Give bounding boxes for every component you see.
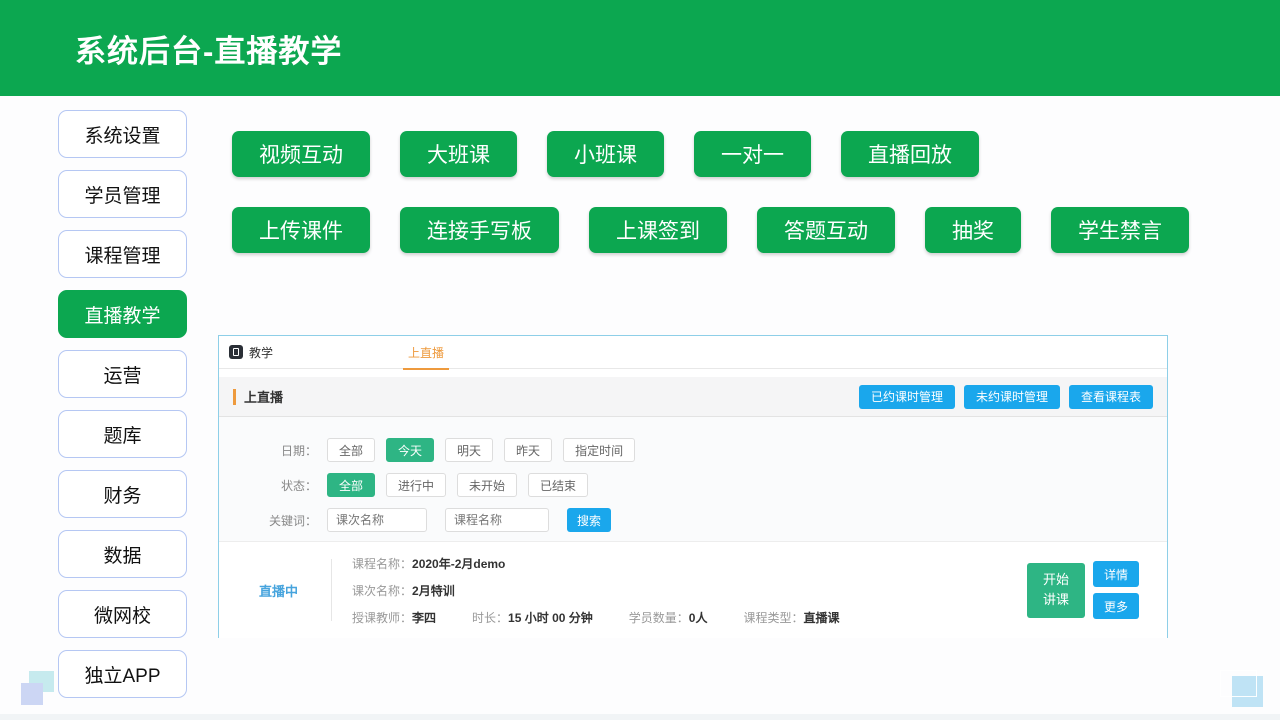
lesson-name-line: 课次名称： 2月特训 [352,582,839,599]
decoration-square-lavender [21,683,43,705]
sidebar-item-micro-school[interactable]: 微网校 [58,590,187,638]
app-logo-icon [229,345,243,359]
page-header: 系统后台-直播教学 [0,0,1280,96]
row-actions: 开始讲课 详情 更多 [1027,561,1139,619]
sidebar-item-student-management[interactable]: 学员管理 [58,170,187,218]
feature-mute-student-button[interactable]: 学生禁言 [1051,207,1189,253]
live-status-badge: 直播中 [259,581,321,600]
panel-spacer [219,369,1167,377]
sidebar: 系统设置 学员管理 课程管理 直播教学 运营 题库 财务 数据 微网校 独立AP… [58,110,187,710]
course-name-line: 课程名称： 2020年-2月demo [352,555,839,572]
view-schedule-button[interactable]: 查看课程表 [1069,385,1153,409]
course-details: 课程名称： 2020年-2月demo 课次名称： 2月特训 授课教师： 李四 时… [352,550,839,631]
course-name-input[interactable] [445,508,549,532]
feature-connect-tablet-button[interactable]: 连接手写板 [400,207,559,253]
status-chip-ongoing[interactable]: 进行中 [386,473,446,497]
search-button[interactable]: 搜索 [567,508,611,532]
unbooked-lessons-button[interactable]: 未约课时管理 [964,385,1060,409]
course-type-label: 课程类型： [743,609,803,626]
filter-area: 日期： 全部 今天 明天 昨天 指定时间 状态： 全部 进行中 未开始 已结束 … [219,417,1167,541]
section-accent-bar [233,389,236,405]
feature-row-1: 视频互动 大班课 小班课 一对一 直播回放 [232,131,1009,177]
booked-lessons-button[interactable]: 已约课时管理 [859,385,955,409]
sidebar-item-operations[interactable]: 运营 [58,350,187,398]
course-list: 直播中 课程名称： 2020年-2月demo 课次名称： 2月特训 授课教师： … [219,541,1167,638]
panel-brand-label: 教学 [249,344,273,361]
bottom-edge-strip [0,714,1280,720]
course-name-value: 2020年-2月demo [412,555,505,572]
filter-row-date: 日期： 全部 今天 明天 昨天 指定时间 [259,438,1167,462]
start-teaching-button[interactable]: 开始讲课 [1027,563,1085,618]
lesson-name-value: 2月特训 [412,582,455,599]
teacher-value: 李四 [412,609,436,626]
panel-tabbar: 教学 上直播 [219,336,1167,369]
more-button[interactable]: 更多 [1093,593,1139,619]
feature-upload-courseware-button[interactable]: 上传课件 [232,207,370,253]
filter-row-status: 状态： 全部 进行中 未开始 已结束 [259,473,1167,497]
status-chip-all[interactable]: 全部 [327,473,375,497]
section-title: 上直播 [244,387,283,406]
feature-class-signin-button[interactable]: 上课签到 [589,207,727,253]
date-chip-yesterday[interactable]: 昨天 [504,438,552,462]
section-actions: 已约课时管理 未约课时管理 查看课程表 [850,385,1153,409]
sidebar-item-question-bank[interactable]: 题库 [58,410,187,458]
feature-live-replay-button[interactable]: 直播回放 [841,131,979,177]
date-chip-tomorrow[interactable]: 明天 [445,438,493,462]
duration-value: 15 小时 00 分钟 [508,609,593,626]
status-filter-label: 状态： [259,477,317,494]
status-chip-not-started[interactable]: 未开始 [457,473,517,497]
keyword-filter-label: 关键词： [259,512,317,529]
sidebar-item-course-management[interactable]: 课程管理 [58,230,187,278]
date-chip-custom[interactable]: 指定时间 [563,438,635,462]
sidebar-item-live-teaching[interactable]: 直播教学 [58,290,187,338]
sidebar-item-system-settings[interactable]: 系统设置 [58,110,187,158]
course-meta-line: 授课教师： 李四 时长： 15 小时 00 分钟 学员数量： 0人 课程类型： … [352,609,839,626]
sidebar-item-standalone-app[interactable]: 独立APP [58,650,187,698]
section-header: 上直播 已约课时管理 未约课时管理 查看课程表 [219,377,1167,417]
page-title: 系统后台-直播教学 [75,26,342,71]
date-chip-today[interactable]: 今天 [386,438,434,462]
sidebar-item-finance[interactable]: 财务 [58,470,187,518]
feature-quiz-interaction-button[interactable]: 答题互动 [757,207,895,253]
lesson-name-label: 课次名称： [352,582,412,599]
filter-row-keyword: 关键词： 搜索 [259,508,1167,532]
row-divider [331,559,332,621]
decoration-square-outline [1220,670,1257,697]
students-value: 0人 [689,609,708,626]
admin-panel: 教学 上直播 上直播 已约课时管理 未约课时管理 查看课程表 日期： 全部 今天… [218,335,1168,638]
teacher-label: 授课教师： [352,609,412,626]
students-label: 学员数量： [629,609,689,626]
sidebar-item-data[interactable]: 数据 [58,530,187,578]
feature-small-class-button[interactable]: 小班课 [547,131,664,177]
feature-row-2: 上传课件 连接手写板 上课签到 答题互动 抽奖 学生禁言 [232,207,1219,253]
feature-large-class-button[interactable]: 大班课 [400,131,517,177]
date-chip-all[interactable]: 全部 [327,438,375,462]
feature-video-interaction-button[interactable]: 视频互动 [232,131,370,177]
duration-label: 时长： [472,609,508,626]
tab-go-live[interactable]: 上直播 [408,336,444,369]
detail-button[interactable]: 详情 [1093,561,1139,587]
course-name-label: 课程名称： [352,555,412,572]
status-chip-ended[interactable]: 已结束 [528,473,588,497]
feature-one-on-one-button[interactable]: 一对一 [694,131,811,177]
course-type-value: 直播课 [803,609,839,626]
date-filter-label: 日期： [259,442,317,459]
lesson-name-input[interactable] [327,508,427,532]
feature-lottery-button[interactable]: 抽奖 [925,207,1021,253]
